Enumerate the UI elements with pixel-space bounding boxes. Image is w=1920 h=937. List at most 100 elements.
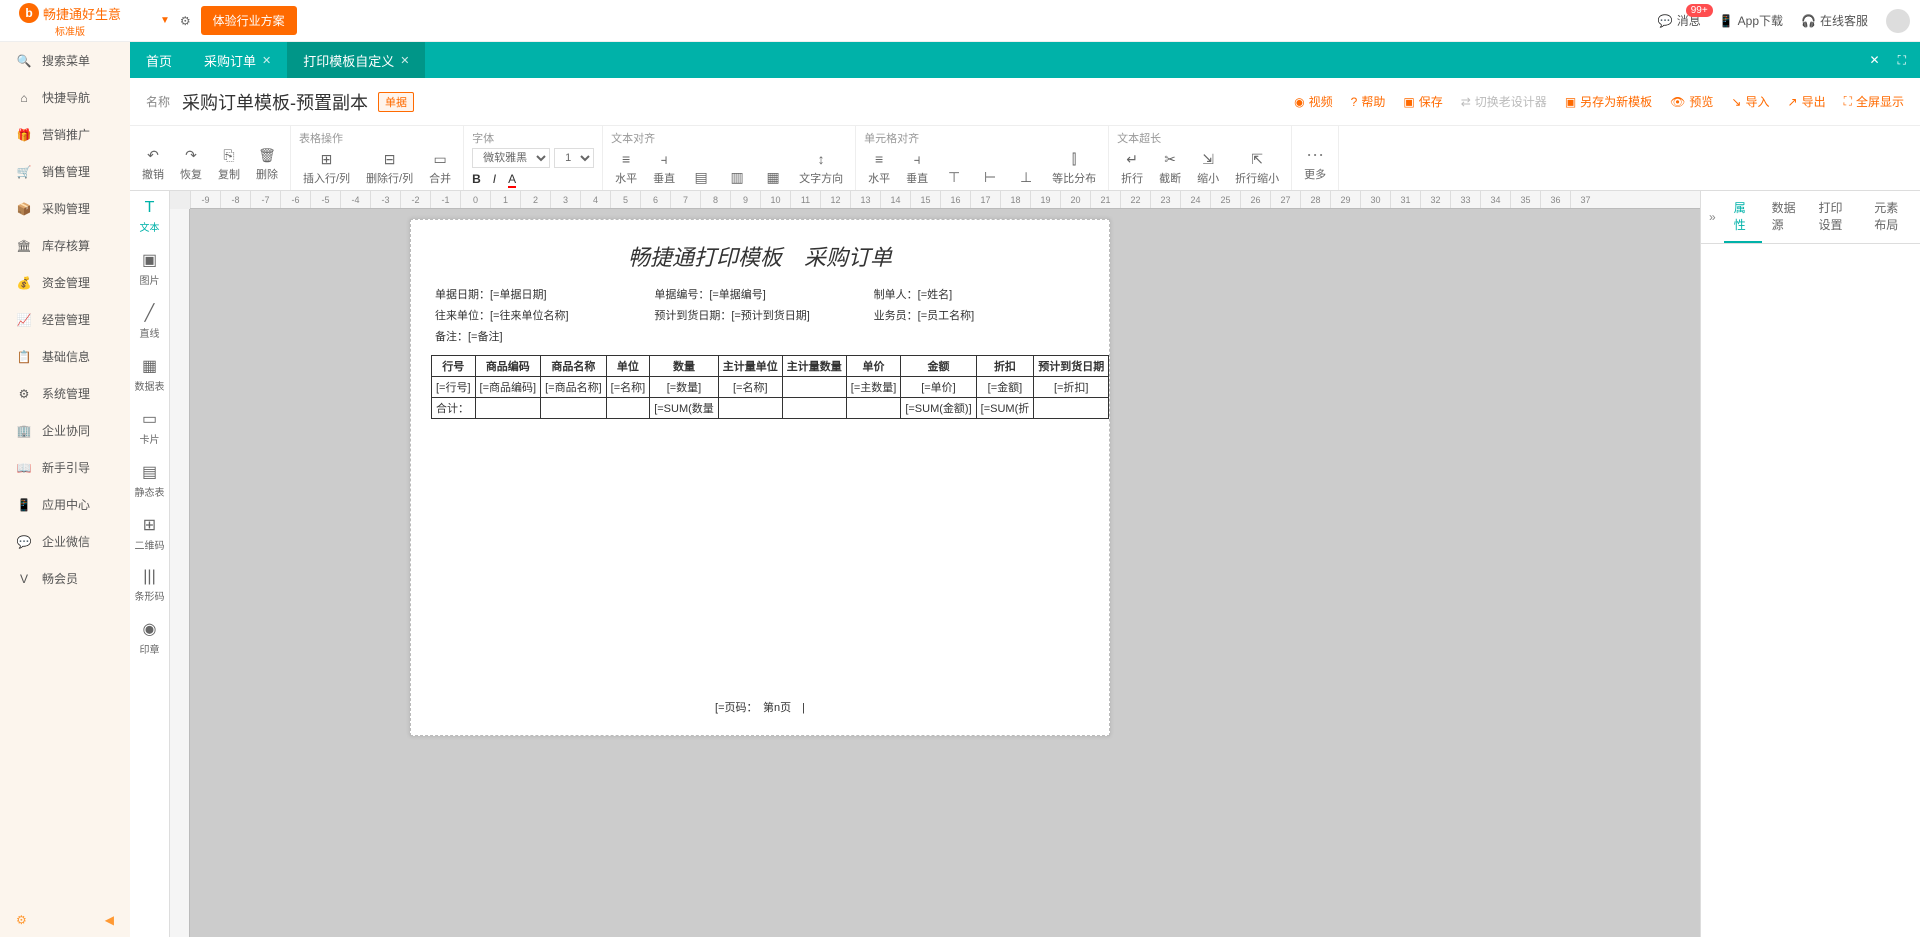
wrap-button[interactable]: ↵折行	[1117, 148, 1147, 188]
table-header[interactable]: 行号	[432, 356, 476, 377]
fullscreen-button[interactable]: ⛶ 全屏显示	[1844, 93, 1904, 110]
save-button[interactable]: ▣ 保存	[1403, 93, 1442, 110]
cell-mid-button[interactable]: ⊢	[976, 166, 1004, 188]
insert-rowcol-button[interactable]: ⊞插入行/列	[299, 148, 354, 188]
close-icon[interactable]: ✕	[262, 54, 271, 67]
tab-1[interactable]: 采购订单✕	[188, 42, 287, 78]
right-tab-3[interactable]: 元素布局	[1864, 191, 1920, 243]
table-sum-cell[interactable]	[846, 398, 901, 419]
sidebar-item-2[interactable]: 🎁营销推广	[0, 116, 130, 153]
palette-item-4[interactable]: ▭卡片	[130, 401, 169, 454]
table-sum-cell[interactable]: [=SUM(数量	[650, 398, 719, 419]
right-tab-1[interactable]: 数据源	[1762, 191, 1809, 243]
table-cell[interactable]: [=商品编码]	[475, 377, 541, 398]
palette-item-2[interactable]: ╱直线	[130, 295, 169, 348]
preview-button[interactable]: 👁 预览	[1670, 93, 1713, 110]
form-field[interactable]: 往来单位：[=往来单位名称]	[431, 305, 650, 326]
table-sum-cell[interactable]	[1034, 398, 1109, 419]
table-header[interactable]: 主计量单位	[718, 356, 782, 377]
table-cell[interactable]: [=商品名称]	[541, 377, 607, 398]
palette-item-6[interactable]: ⊞二维码	[130, 507, 169, 560]
font-color-button[interactable]: A	[508, 172, 516, 188]
sidebar-item-9[interactable]: ⚙系统管理	[0, 375, 130, 412]
export-button[interactable]: ↗ 导出	[1788, 93, 1826, 110]
palette-item-8[interactable]: ◉印章	[130, 611, 169, 664]
bold-button[interactable]: B	[472, 172, 481, 188]
table-header[interactable]: 数量	[650, 356, 719, 377]
table-sum-cell[interactable]: 合计：	[432, 398, 476, 419]
right-tab-0[interactable]: 属性	[1724, 191, 1762, 243]
cta-button[interactable]: 体验行业方案	[201, 6, 297, 35]
form-field[interactable]: 单据日期：[=单据日期]	[431, 284, 650, 305]
cell-valign-button[interactable]: ⫞垂直	[902, 148, 932, 188]
cell-bottom-button[interactable]: ⊥	[1012, 166, 1040, 188]
copy-button[interactable]: ⎘复制	[214, 144, 244, 184]
switch-designer-button[interactable]: ⇄ 切换老设计器	[1461, 93, 1547, 110]
org-selector[interactable]: ▼ ⚙ 体验行业方案	[160, 6, 297, 35]
sidebar-item-7[interactable]: 📈经营管理	[0, 301, 130, 338]
sidebar-item-8[interactable]: 📋基础信息	[0, 338, 130, 375]
table-header[interactable]: 预计到货日期	[1034, 356, 1109, 377]
table-header[interactable]: 单位	[606, 356, 650, 377]
table-cell[interactable]: [=单价]	[901, 377, 976, 398]
table-cell[interactable]: [=名称]	[606, 377, 650, 398]
table-cell[interactable]	[782, 377, 846, 398]
wrap-shrink-button[interactable]: ⇱折行缩小	[1231, 148, 1283, 188]
sidebar-item-13[interactable]: 💬企业微信	[0, 523, 130, 560]
tab-2[interactable]: 打印模板自定义✕	[287, 42, 425, 78]
table-sum-cell[interactable]	[606, 398, 650, 419]
palette-item-5[interactable]: ▤静态表	[130, 454, 169, 507]
table-header[interactable]: 主计量数量	[782, 356, 846, 377]
tab-0[interactable]: 首页	[130, 42, 188, 78]
paper-title[interactable]: 畅捷通打印模板 采购订单	[431, 240, 1089, 272]
font-size-select[interactable]: 10	[554, 148, 594, 168]
sidebar-item-4[interactable]: 📦采购管理	[0, 190, 130, 227]
collapse-right-icon[interactable]: »	[1701, 202, 1724, 232]
canvas-scroll[interactable]: 畅捷通打印模板 采购订单 单据日期：[=单据日期]单据编号：[=单据编号]制单人…	[190, 209, 1700, 937]
cut-button[interactable]: ✂截断	[1155, 148, 1185, 188]
sidebar-item-10[interactable]: 🏢企业协同	[0, 412, 130, 449]
tab-expand-icon[interactable]: ⛶	[1890, 47, 1914, 74]
table-sum-cell[interactable]: [=SUM(金额)]	[901, 398, 976, 419]
table-sum-cell[interactable]	[718, 398, 782, 419]
video-link[interactable]: ◉ 视频	[1294, 93, 1333, 110]
palette-item-1[interactable]: ▣图片	[130, 242, 169, 295]
palette-item-3[interactable]: ▦数据表	[130, 348, 169, 401]
collapse-sidebar-icon[interactable]: ◀	[105, 913, 114, 927]
online-service-link[interactable]: 🎧 在线客服	[1801, 12, 1868, 29]
undo-button[interactable]: ↶撤销	[138, 144, 168, 184]
sidebar-item-6[interactable]: 💰资金管理	[0, 264, 130, 301]
tab-close-all-icon[interactable]: ✕	[1862, 47, 1888, 73]
sidebar-item-5[interactable]: 🏛库存核算	[0, 227, 130, 264]
settings-icon[interactable]: ⚙	[16, 913, 27, 927]
palette-item-0[interactable]: T文本	[130, 191, 169, 242]
chevron-down-icon[interactable]: ▼	[160, 15, 170, 26]
form-field[interactable]: 业务员：[=员工名称]	[870, 305, 1089, 326]
import-button[interactable]: ↘ 导入	[1731, 93, 1769, 110]
table-sum-cell[interactable]	[782, 398, 846, 419]
halign-button[interactable]: ≡水平	[611, 148, 641, 188]
merge-button[interactable]: ▭合并	[425, 148, 455, 188]
save-as-new-button[interactable]: ▣ 另存为新模板	[1565, 93, 1652, 110]
valign-button[interactable]: ⫞垂直	[649, 148, 679, 188]
table-header[interactable]: 单价	[846, 356, 901, 377]
font-name-select[interactable]: 微软雅黑	[472, 148, 550, 168]
align-left-button[interactable]: ▤	[687, 166, 715, 188]
cell-top-button[interactable]: ⊤	[940, 166, 968, 188]
sidebar-item-12[interactable]: 📱应用中心	[0, 486, 130, 523]
delete-button[interactable]: 🗑删除	[252, 144, 282, 184]
table-cell[interactable]: [=折扣]	[1034, 377, 1109, 398]
paper[interactable]: 畅捷通打印模板 采购订单 单据日期：[=单据日期]单据编号：[=单据编号]制单人…	[410, 219, 1110, 736]
form-field[interactable]: 预计到货日期：[=预计到货日期]	[650, 305, 869, 326]
user-avatar[interactable]	[1886, 9, 1910, 33]
cell-halign-button[interactable]: ≡水平	[864, 148, 894, 188]
table-sum-cell[interactable]: [=SUM(折	[976, 398, 1034, 419]
table-cell[interactable]: [=金额]	[976, 377, 1034, 398]
table-cell[interactable]: [=数量]	[650, 377, 719, 398]
palette-item-7[interactable]: |||条形码	[130, 560, 169, 611]
sidebar-item-0[interactable]: 🔍搜索菜单	[0, 42, 130, 79]
form-field[interactable]: 单据编号：[=单据编号]	[650, 284, 869, 305]
table-cell[interactable]: [=名称]	[718, 377, 782, 398]
form-field[interactable]: 制单人：[=姓名]	[870, 284, 1089, 305]
more-button[interactable]: ⋯更多	[1300, 144, 1330, 184]
